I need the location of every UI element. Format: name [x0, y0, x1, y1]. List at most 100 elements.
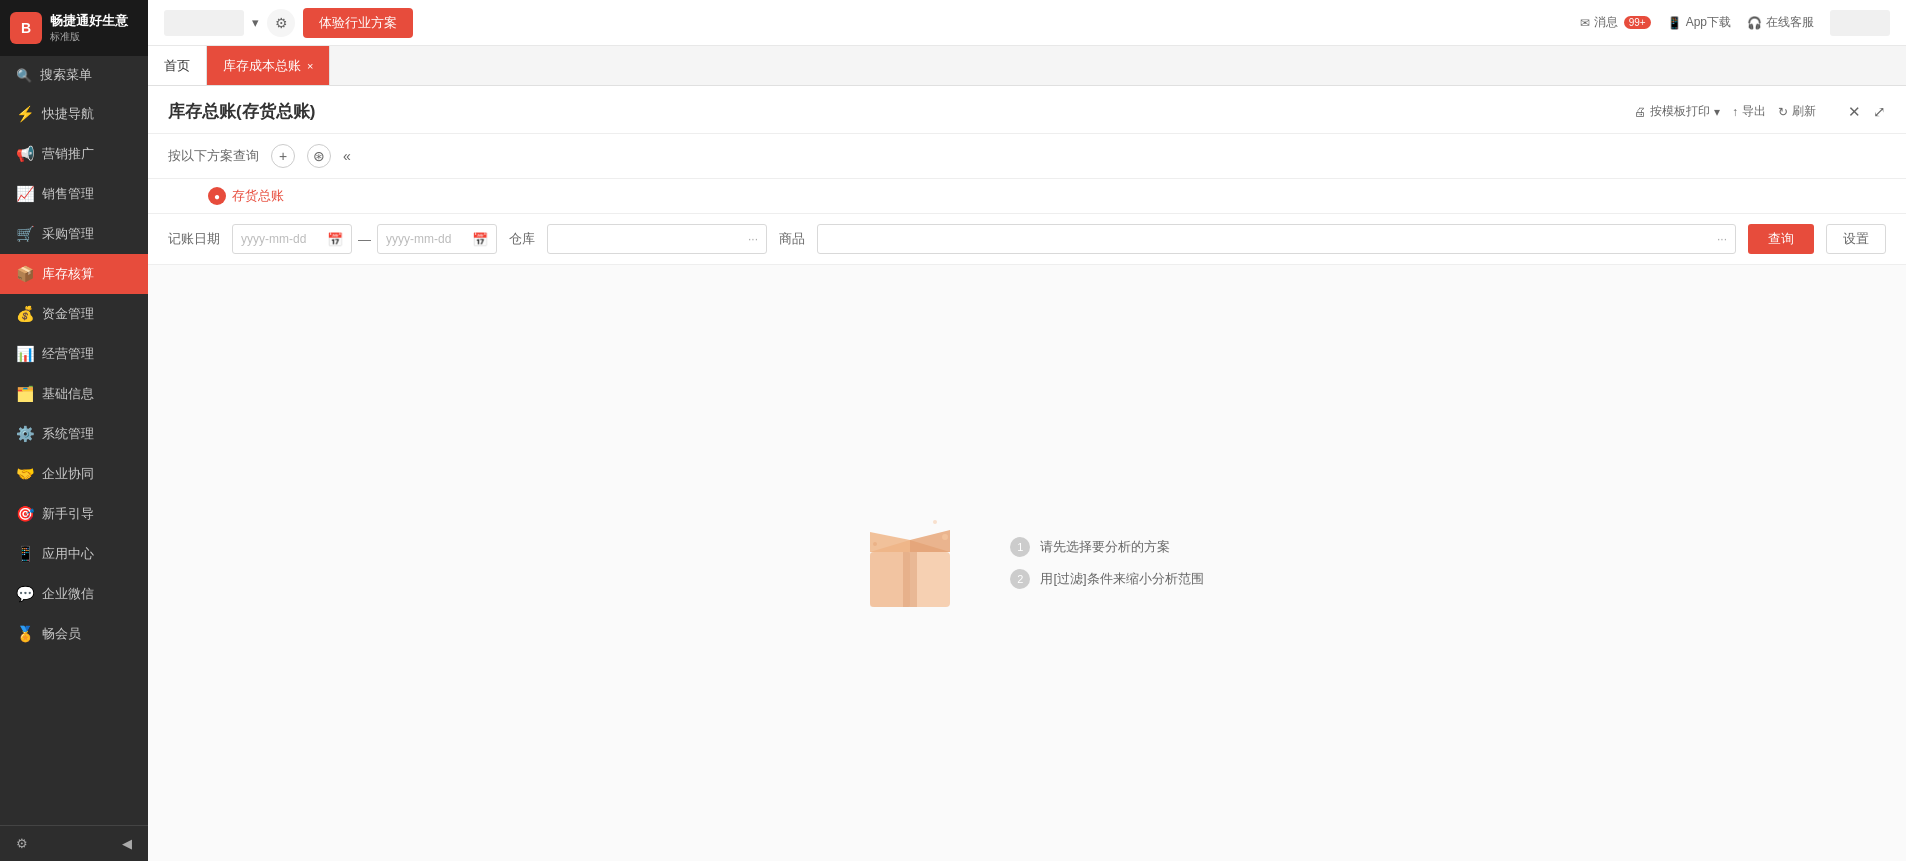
svg-point-9	[933, 520, 937, 524]
tab-inventory-cost-ledger[interactable]: 库存成本总账 ×	[207, 46, 330, 85]
empty-illustration	[850, 502, 970, 625]
page-expand-icon[interactable]: ⤢	[1873, 103, 1886, 121]
basic-icon: 🗂️	[16, 385, 34, 403]
box-svg	[850, 502, 970, 622]
logo-text: 畅捷通好生意 标准版	[50, 12, 128, 44]
newbie-icon: 🎯	[16, 505, 34, 523]
filter-bar: 按以下方案查询 + ⊛ «	[148, 134, 1906, 179]
warehouse-label: 仓库	[509, 230, 535, 248]
sidebar-item-member[interactable]: 🏅 畅会员	[0, 614, 148, 654]
goods-input[interactable]: ···	[817, 224, 1736, 254]
purchase-icon: 🛒	[16, 225, 34, 243]
topbar: ▾ ⚙ 体验行业方案 ✉ 消息 99+ 📱 App下载 🎧 在线客服	[148, 0, 1906, 46]
sidebar-item-wechat[interactable]: 💬 企业微信	[0, 574, 148, 614]
svg-marker-6	[870, 532, 910, 552]
user-dropdown-icon[interactable]: ▾	[252, 15, 259, 30]
tip-num-1: 1	[1010, 537, 1030, 557]
sidebar-item-newbie[interactable]: 🎯 新手引导	[0, 494, 148, 534]
settings-button[interactable]: 设置	[1826, 224, 1886, 254]
sidebar-item-purchase[interactable]: 🛒 采购管理	[0, 214, 148, 254]
tip-text-2: 用[过滤]条件来缩小分析范围	[1040, 570, 1203, 588]
marketing-icon: 📢	[16, 145, 34, 163]
calendar-end-icon[interactable]: 📅	[472, 232, 488, 247]
app-download-btn[interactable]: 📱 App下载	[1667, 14, 1731, 31]
tip-item-1: 1 请先选择要分析的方案	[1010, 537, 1203, 557]
user-avatar	[1830, 10, 1890, 36]
message-btn[interactable]: ✉ 消息 99+	[1580, 14, 1651, 31]
sidebar-settings-icon[interactable]: ⚙	[16, 836, 28, 851]
sidebar-item-appcenter[interactable]: 📱 应用中心	[0, 534, 148, 574]
home-tab-label: 首页	[164, 57, 190, 75]
tip-item-2: 2 用[过滤]条件来缩小分析范围	[1010, 569, 1203, 589]
goods-label: 商品	[779, 230, 805, 248]
search-button[interactable]: 查询	[1748, 224, 1814, 254]
quick-nav-icon: ⚡	[16, 105, 34, 123]
print-btn[interactable]: 🖨 按模板打印 ▾	[1634, 103, 1720, 120]
goods-more-icon[interactable]: ···	[1717, 232, 1727, 246]
scheme-dot: ●	[208, 187, 226, 205]
search-menu[interactable]: 🔍 搜索菜单	[0, 56, 148, 94]
sidebar-collapse-icon[interactable]: ◀	[122, 836, 132, 851]
print-dropdown-icon[interactable]: ▾	[1714, 105, 1720, 119]
topbar-left: ▾ ⚙ 体验行业方案	[164, 8, 1572, 38]
date-label: 记账日期	[168, 230, 220, 248]
sidebar-item-inventory[interactable]: 📦 库存核算	[0, 254, 148, 294]
online-service-btn[interactable]: 🎧 在线客服	[1747, 14, 1814, 31]
phone-icon: 📱	[1667, 16, 1682, 30]
empty-content: 1 请先选择要分析的方案 2 用[过滤]条件来缩小分析范围	[850, 502, 1203, 625]
inventory-icon: 📦	[16, 265, 34, 283]
filter-add-btn[interactable]: +	[271, 144, 295, 168]
topbar-settings-btn[interactable]: ⚙	[267, 9, 295, 37]
sidebar-item-basic[interactable]: 🗂️ 基础信息	[0, 374, 148, 414]
sidebar-item-marketing[interactable]: 📢 营销推广	[0, 134, 148, 174]
svg-marker-5	[910, 530, 950, 552]
filter-del-btn[interactable]: ⊛	[307, 144, 331, 168]
calendar-start-icon[interactable]: 📅	[327, 232, 343, 247]
logo-icon: B	[10, 12, 42, 44]
sidebar-nav: ⚡ 快捷导航 📢 营销推广 📈 销售管理 🛒 采购管理 📦 库存核算 💰 资金管…	[0, 94, 148, 825]
sidebar-item-corp[interactable]: 🤝 企业协同	[0, 454, 148, 494]
topbar-right: ✉ 消息 99+ 📱 App下载 🎧 在线客服	[1580, 10, 1890, 36]
scheme-item[interactable]: ● 存货总账	[208, 187, 284, 205]
export-btn[interactable]: ↑ 导出	[1732, 103, 1766, 120]
tab-bar: 首页 库存成本总账 ×	[148, 46, 1906, 86]
sidebar-item-finance[interactable]: 💰 资金管理	[0, 294, 148, 334]
tab-close-icon[interactable]: ×	[307, 60, 313, 72]
sidebar: B 畅捷通好生意 标准版 🔍 搜索菜单 ⚡ 快捷导航 📢 营销推广 📈 销售管理…	[0, 0, 148, 861]
user-area	[164, 10, 244, 36]
date-range: yyyy-mm-dd 📅 — yyyy-mm-dd 📅	[232, 224, 497, 254]
refresh-btn[interactable]: ↻ 刷新	[1778, 103, 1816, 120]
wechat-icon: 💬	[16, 585, 34, 603]
finance-icon: 💰	[16, 305, 34, 323]
print-icon: 🖨	[1634, 105, 1646, 119]
refresh-icon: ↻	[1778, 105, 1788, 119]
export-icon: ↑	[1732, 105, 1738, 119]
trial-btn[interactable]: 体验行业方案	[303, 8, 413, 38]
page-close-icon[interactable]: ✕	[1848, 103, 1861, 121]
sidebar-item-sales[interactable]: 📈 销售管理	[0, 174, 148, 214]
page-actions: 🖨 按模板打印 ▾ ↑ 导出 ↻ 刷新 ✕ ⤢	[1634, 103, 1886, 121]
filter-collapse-btn[interactable]: «	[343, 148, 351, 164]
warehouse-input[interactable]: ···	[547, 224, 767, 254]
sidebar-item-operation[interactable]: 📊 经营管理	[0, 334, 148, 374]
sidebar-item-quick-nav[interactable]: ⚡ 快捷导航	[0, 94, 148, 134]
message-icon: ✉	[1580, 16, 1590, 30]
empty-state: 1 请先选择要分析的方案 2 用[过滤]条件来缩小分析范围	[148, 265, 1906, 861]
message-badge: 99+	[1624, 16, 1651, 29]
tip-text-1: 请先选择要分析的方案	[1040, 538, 1170, 556]
tab-home[interactable]: 首页	[148, 46, 207, 85]
system-icon: ⚙️	[16, 425, 34, 443]
date-end-input[interactable]: yyyy-mm-dd 📅	[377, 224, 497, 254]
operation-icon: 📊	[16, 345, 34, 363]
main-area: ▾ ⚙ 体验行业方案 ✉ 消息 99+ 📱 App下载 🎧 在线客服 首页	[148, 0, 1906, 861]
sidebar-bottom: ⚙ ◀	[0, 825, 148, 861]
warehouse-more-icon[interactable]: ···	[748, 232, 758, 246]
headset-icon: 🎧	[1747, 16, 1762, 30]
page-content: 库存总账(存货总账) 🖨 按模板打印 ▾ ↑ 导出 ↻ 刷新 ✕ ⤢	[148, 86, 1906, 861]
date-start-input[interactable]: yyyy-mm-dd 📅	[232, 224, 352, 254]
svg-rect-4	[903, 552, 917, 607]
logo-area: B 畅捷通好生意 标准版	[0, 0, 148, 56]
sidebar-item-system[interactable]: ⚙️ 系统管理	[0, 414, 148, 454]
tab-label: 库存成本总账	[223, 57, 301, 75]
tip-num-2: 2	[1010, 569, 1030, 589]
